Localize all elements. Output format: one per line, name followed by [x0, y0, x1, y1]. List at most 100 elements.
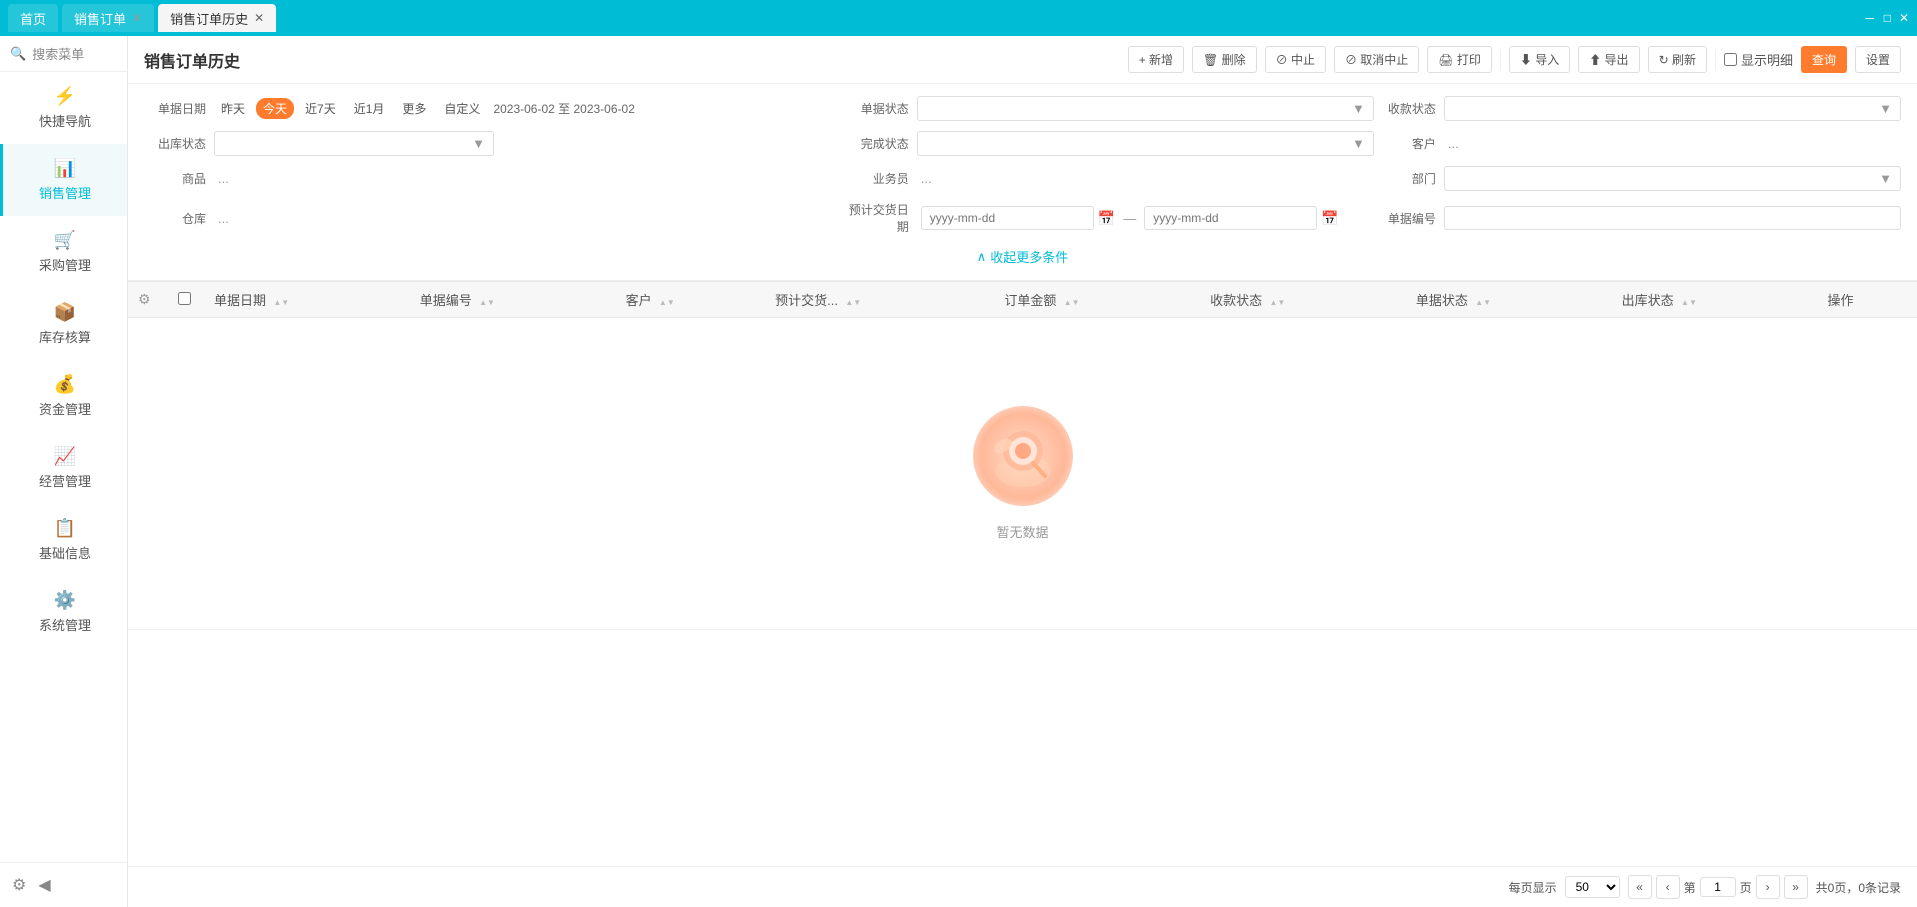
sidebar-item-sales-mgmt[interactable]: 📊 销售管理 — [0, 144, 127, 216]
tab-sales-order-label: 销售订单 — [74, 9, 126, 28]
collapse-filter-button[interactable]: ∧ 收起更多条件 — [144, 245, 1901, 268]
filter-complete-status-col: 完成状态 ▼ — [847, 131, 1374, 156]
maximize-icon[interactable]: □ — [1884, 11, 1891, 25]
th-expected-delivery-label: 预计交货... — [775, 293, 838, 308]
department-select[interactable]: ▼ — [1444, 166, 1901, 191]
th-bill-no[interactable]: 单据编号 ▲▼ — [410, 282, 616, 318]
date-separator: — — [1119, 211, 1140, 226]
bill-status-label: 单据状态 — [847, 100, 917, 117]
sort-icon-customer: ▲▼ — [659, 298, 675, 307]
date-from-calendar-icon[interactable]: 📅 — [1098, 210, 1115, 227]
filter-date-col: 单据日期 昨天 今天 近7天 近1月 更多 自定义 2023-06-02 至 2… — [144, 98, 847, 119]
date-to-calendar-icon[interactable]: 📅 — [1321, 210, 1338, 227]
bill-no-input[interactable] — [1444, 206, 1901, 230]
tab-home[interactable]: 首页 — [8, 4, 58, 32]
date-btn-7days[interactable]: 近7天 — [298, 98, 343, 119]
th-settings: ⚙ — [128, 282, 168, 318]
tab-sales-order-history-close[interactable]: ✕ — [254, 11, 264, 25]
settings-button[interactable]: 设置 — [1855, 46, 1901, 73]
empty-text: 暂无数据 — [996, 522, 1048, 541]
th-bill-date[interactable]: 单据日期 ▲▼ — [204, 282, 410, 318]
filter-row-2: 出库状态 ▼ 完成状态 ▼ 客户 ... — [144, 131, 1901, 156]
sidebar-item-base-info[interactable]: 📋 基础信息 — [0, 504, 127, 576]
next-page-button[interactable]: › — [1756, 875, 1780, 899]
sort-icon-out-status: ▲▼ — [1681, 298, 1697, 307]
filter-bill-no-col: 单据编号 — [1374, 206, 1901, 230]
product-picker[interactable]: ... — [214, 171, 233, 186]
salesperson-picker[interactable]: ... — [917, 171, 936, 186]
date-btn-more[interactable]: 更多 — [395, 98, 433, 119]
th-receipt-status-label: 收款状态 — [1210, 293, 1262, 308]
show-detail-label: 显示明细 — [1741, 50, 1793, 69]
out-status-select[interactable]: ▼ — [214, 131, 494, 156]
th-order-amount-label: 订单金额 — [1004, 293, 1056, 308]
collapse-sidebar-icon[interactable]: ◀ — [38, 875, 50, 895]
prev-page-button[interactable]: ‹ — [1656, 875, 1680, 899]
sidebar-item-finance[interactable]: 💰 资金管理 — [0, 360, 127, 432]
sort-icon-order-amount: ▲▼ — [1064, 298, 1080, 307]
customer-picker[interactable]: ... — [1444, 136, 1463, 151]
sidebar-item-search-menu[interactable]: 🔍 搜索菜单 — [0, 36, 127, 72]
toolbar-separator-2 — [1715, 50, 1716, 70]
new-button[interactable]: + 新增 — [1128, 46, 1184, 73]
data-table: ⚙ 单据日期 ▲▼ 单据编号 ▲▼ — [128, 281, 1917, 630]
minimize-icon[interactable]: － — [1864, 10, 1876, 27]
total-info: 共0页，0条记录 — [1816, 879, 1901, 896]
date-btn-yesterday[interactable]: 昨天 — [214, 98, 252, 119]
th-out-status[interactable]: 出库状态 ▲▼ — [1612, 282, 1818, 318]
th-operation-label: 操作 — [1827, 293, 1853, 308]
bill-status-select[interactable]: ▼ — [917, 96, 1374, 121]
export-button[interactable]: ⬆ 导出 — [1578, 46, 1639, 73]
show-detail-checkbox[interactable]: 显示明细 — [1724, 50, 1793, 69]
expected-date-from-input[interactable] — [921, 206, 1094, 230]
warehouse-picker[interactable]: ... — [214, 211, 233, 226]
sidebar-label-purchase-mgmt: 采购管理 — [39, 255, 91, 274]
per-page-select[interactable]: 50 10 20 100 — [1565, 876, 1620, 898]
select-all-checkbox[interactable] — [178, 292, 191, 305]
th-order-amount[interactable]: 订单金额 ▲▼ — [994, 282, 1200, 318]
tab-sales-order[interactable]: 销售订单 ✕ — [62, 4, 154, 32]
sidebar-item-quick-nav[interactable]: ⚡ 快捷导航 — [0, 72, 127, 144]
date-btn-today[interactable]: 今天 — [256, 98, 294, 119]
th-expected-delivery[interactable]: 预计交货... ▲▼ — [765, 282, 994, 318]
date-btn-1month[interactable]: 近1月 — [347, 98, 392, 119]
complete-status-label: 完成状态 — [847, 135, 917, 152]
sidebar-item-sys-mgmt[interactable]: ⚙️ 系统管理 — [0, 576, 127, 648]
complete-status-select[interactable]: ▼ — [917, 131, 1374, 156]
table-settings-icon[interactable]: ⚙ — [138, 291, 151, 307]
department-label: 部门 — [1374, 170, 1444, 187]
sidebar-item-operation[interactable]: 📈 经营管理 — [0, 432, 127, 504]
th-customer[interactable]: 客户 ▲▼ — [616, 282, 766, 318]
filter-row-4: 仓库 ... 预计交货日期 📅 — 📅 单据编号 — [144, 201, 1901, 235]
receipt-status-select[interactable]: ▼ — [1444, 96, 1901, 121]
last-page-button[interactable]: » — [1784, 875, 1808, 899]
th-operation: 操作 — [1817, 282, 1917, 318]
expected-date-label: 预计交货日期 — [847, 201, 917, 235]
delete-button[interactable]: 🗑 删除 — [1192, 46, 1257, 73]
date-btn-custom[interactable]: 自定义 — [437, 98, 487, 119]
window-close-icon[interactable]: ✕ — [1899, 11, 1909, 25]
th-bill-status[interactable]: 单据状态 ▲▼ — [1406, 282, 1612, 318]
query-button[interactable]: 查询 — [1801, 46, 1847, 73]
settings-bottom-icon[interactable]: ⚙ — [12, 875, 26, 895]
sidebar-item-inventory[interactable]: 📦 库存核算 — [0, 288, 127, 360]
filter-warehouse-col: 仓库 ... — [144, 210, 847, 227]
filter-bill-status-col: 单据状态 ▼ — [847, 96, 1374, 121]
show-detail-check-input[interactable] — [1724, 53, 1737, 66]
filter-row-1: 单据日期 昨天 今天 近7天 近1月 更多 自定义 2023-06-02 至 2… — [144, 96, 1901, 121]
first-page-button[interactable]: « — [1628, 875, 1652, 899]
refresh-button[interactable]: ↻ 刷新 — [1648, 46, 1707, 73]
expected-date-to-input[interactable] — [1144, 206, 1317, 230]
sidebar-label-operation: 经营管理 — [39, 471, 91, 490]
import-button[interactable]: ⬇ 导入 — [1509, 46, 1570, 73]
tab-sales-order-history[interactable]: 销售订单历史 ✕ — [158, 4, 276, 32]
sidebar-item-purchase-mgmt[interactable]: 🛒 采购管理 — [0, 216, 127, 288]
cancel-stop-button[interactable]: ⊘ 取消中止 — [1334, 46, 1419, 73]
customer-label: 客户 — [1374, 135, 1444, 152]
th-receipt-status[interactable]: 收款状态 ▲▼ — [1200, 282, 1406, 318]
tab-sales-order-close[interactable]: ✕ — [132, 11, 142, 25]
stop-button[interactable]: ⊘ 中止 — [1265, 46, 1326, 73]
print-button[interactable]: 🖨 打印 — [1427, 46, 1492, 73]
page-number-input[interactable] — [1700, 877, 1736, 897]
main-layout: 🔍 搜索菜单 ⚡ 快捷导航 📊 销售管理 🛒 采购管理 📦 库存核算 💰 资金管… — [0, 36, 1917, 907]
